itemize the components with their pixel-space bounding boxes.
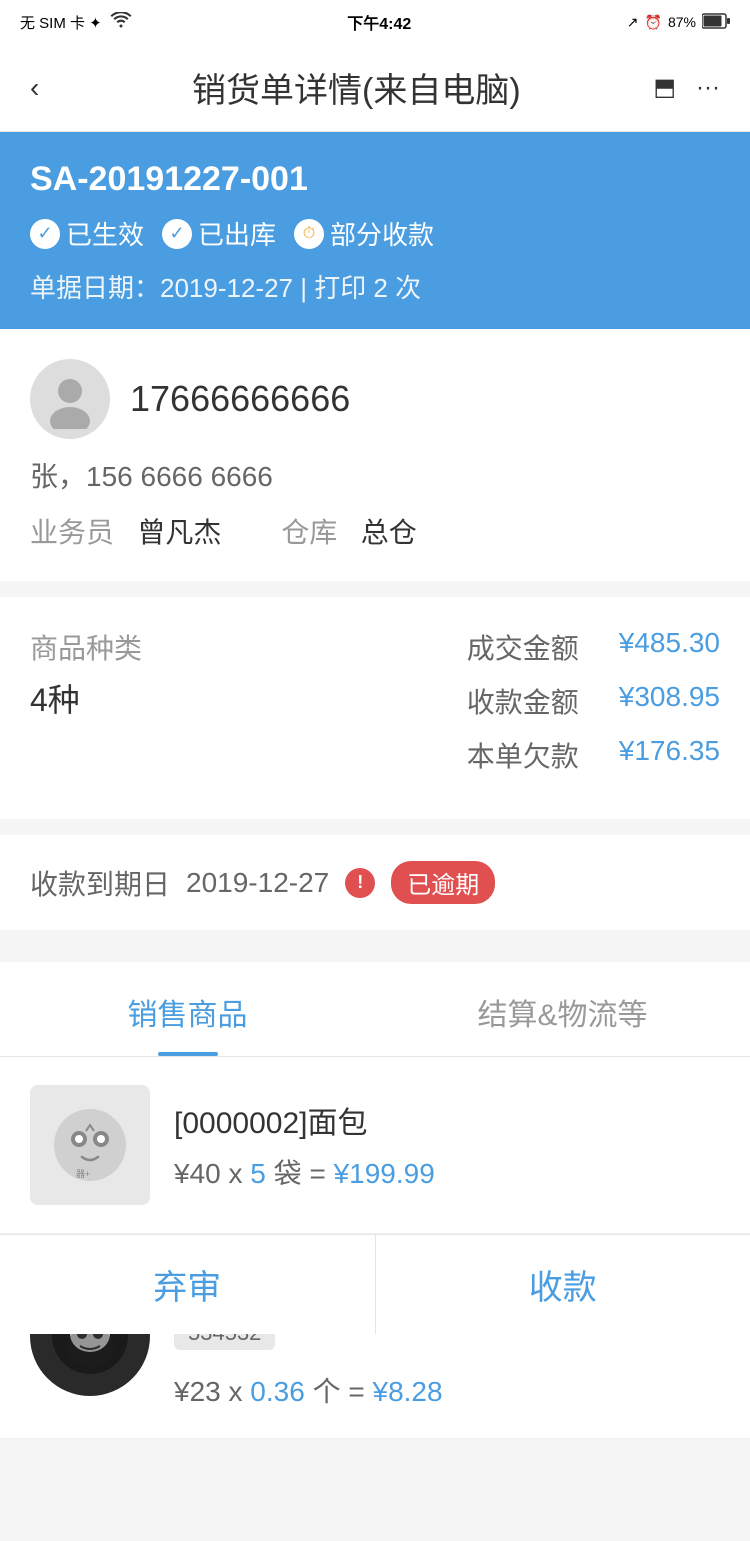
- share-button[interactable]: ⬒: [653, 73, 676, 102]
- customer-row: 17666666666: [30, 359, 720, 439]
- tabs-section: 销售商品 结算&物流等: [0, 962, 750, 1057]
- salesperson-info: 业务员 曾凡杰: [30, 511, 221, 551]
- product-item-1: 器+ [0000002]面包 ¥40 x 5 袋 = ¥199.99: [0, 1057, 750, 1234]
- overdue-badge: 已逾期: [391, 861, 495, 904]
- more-button[interactable]: ···: [696, 74, 720, 102]
- product-thumb-1: 器+: [30, 1085, 150, 1205]
- tabs-row: 销售商品 结算&物流等: [0, 962, 750, 1056]
- bottom-spacer: [0, 1441, 750, 1541]
- page-title: 销货单详情(来自电脑): [59, 63, 653, 112]
- due-date-section: 收款到期日 2019-12-27 ! 已逾期: [0, 835, 750, 930]
- overdue-warning-icon: !: [345, 868, 375, 898]
- receipt-value: ¥308.95: [619, 681, 720, 721]
- tab-settlement[interactable]: 结算&物流等: [375, 962, 750, 1056]
- sim-text: 无 SIM 卡 ✦: [20, 12, 102, 33]
- product-info-1: [0000002]面包 ¥40 x 5 袋 = ¥199.99: [174, 1098, 720, 1192]
- amount-stats: 成交金额 ¥485.30 收款金额 ¥308.95 本单欠款 ¥176.35: [467, 627, 720, 789]
- due-date: 2019-12-27: [186, 867, 329, 899]
- product-total-2: ¥8.28: [373, 1376, 443, 1407]
- check-icon-2: ✓: [162, 219, 192, 249]
- order-date-info: 单据日期：2019-12-27 | 打印 2 次: [30, 268, 720, 305]
- avatar: [30, 359, 110, 439]
- divider-1: [0, 946, 750, 962]
- warehouse-value: 总仓: [361, 517, 417, 548]
- customer-phone: 17666666666: [130, 378, 350, 420]
- due-label: 收款到期日: [30, 863, 170, 903]
- debt-value: ¥176.35: [619, 735, 720, 775]
- customer-name: 张，156 6666 6666: [30, 455, 720, 495]
- stats-section: 商品种类 4种 成交金额 ¥485.30 收款金额 ¥308.95 本单欠款 ¥…: [0, 597, 750, 819]
- receipt-label: 收款金额: [467, 681, 579, 721]
- order-header: SA-20191227-001 ✓ 已生效 ✓ 已出库 ⏱ 部分收款 单据日期：…: [0, 132, 750, 329]
- bottom-bar: 弃审 收款: [0, 1234, 750, 1334]
- product-qty-2: 0.36: [250, 1376, 305, 1407]
- status-time: 下午4:42: [347, 10, 411, 34]
- product-price-1: ¥40 x 5 袋 = ¥199.99: [174, 1152, 720, 1192]
- alarm-icon: ⏰: [645, 14, 662, 31]
- badge-effective: ✓ 已生效: [30, 215, 144, 252]
- product-name-1: [0000002]面包: [174, 1098, 720, 1142]
- deal-amount-row: 成交金额 ¥485.30: [467, 627, 720, 667]
- status-right: ↗ ⏰ 87%: [627, 13, 730, 32]
- customer-section: 17666666666 张，156 6666 6666 业务员 曾凡杰 仓库 总…: [0, 329, 750, 581]
- nav-bar: ‹ 销货单详情(来自电脑) ⬒ ···: [0, 44, 750, 132]
- deal-label: 成交金额: [467, 627, 579, 667]
- back-button[interactable]: ‹: [30, 72, 39, 104]
- debt-amount-row: 本单欠款 ¥176.35: [467, 735, 720, 775]
- warehouse-label: 仓库: [281, 517, 337, 548]
- salesperson-label: 业务员: [30, 517, 114, 548]
- status-left: 无 SIM 卡 ✦: [20, 12, 132, 33]
- deal-value: ¥485.30: [619, 627, 720, 667]
- svg-text:器+: 器+: [76, 1169, 90, 1179]
- customer-meta: 业务员 曾凡杰 仓库 总仓: [30, 511, 720, 551]
- category-value: 4种: [30, 675, 142, 721]
- badge-shipped: ✓ 已出库: [162, 215, 276, 252]
- category-stats: 商品种类 4种: [30, 627, 142, 721]
- cancel-review-button[interactable]: 弃审: [0, 1235, 376, 1334]
- nav-actions: ⬒ ···: [653, 73, 720, 102]
- location-icon: ↗: [627, 14, 639, 31]
- order-id: SA-20191227-001: [30, 160, 720, 199]
- receipt-amount-row: 收款金额 ¥308.95: [467, 681, 720, 721]
- debt-label: 本单欠款: [467, 735, 579, 775]
- product-total-1: ¥199.99: [334, 1158, 435, 1189]
- product-price-2: ¥23 x 0.36 个 = ¥8.28: [174, 1370, 720, 1410]
- battery-text: 87%: [668, 14, 696, 30]
- collect-payment-button[interactable]: 收款: [376, 1235, 750, 1334]
- salesperson-value: 曾凡杰: [137, 517, 221, 548]
- check-icon-1: ✓: [30, 219, 60, 249]
- battery-icon: [702, 13, 730, 32]
- status-bar: 无 SIM 卡 ✦ 下午4:42 ↗ ⏰ 87%: [0, 0, 750, 44]
- warehouse-info: 仓库 总仓: [281, 511, 416, 551]
- order-badges: ✓ 已生效 ✓ 已出库 ⏱ 部分收款: [30, 215, 720, 252]
- clock-icon: ⏱: [294, 219, 324, 249]
- badge-partial: ⏱ 部分收款: [294, 215, 434, 252]
- product-qty-1: 5: [250, 1158, 266, 1189]
- category-label: 商品种类: [30, 627, 142, 667]
- tab-products[interactable]: 销售商品: [0, 962, 375, 1056]
- wifi-icon: [110, 12, 132, 32]
